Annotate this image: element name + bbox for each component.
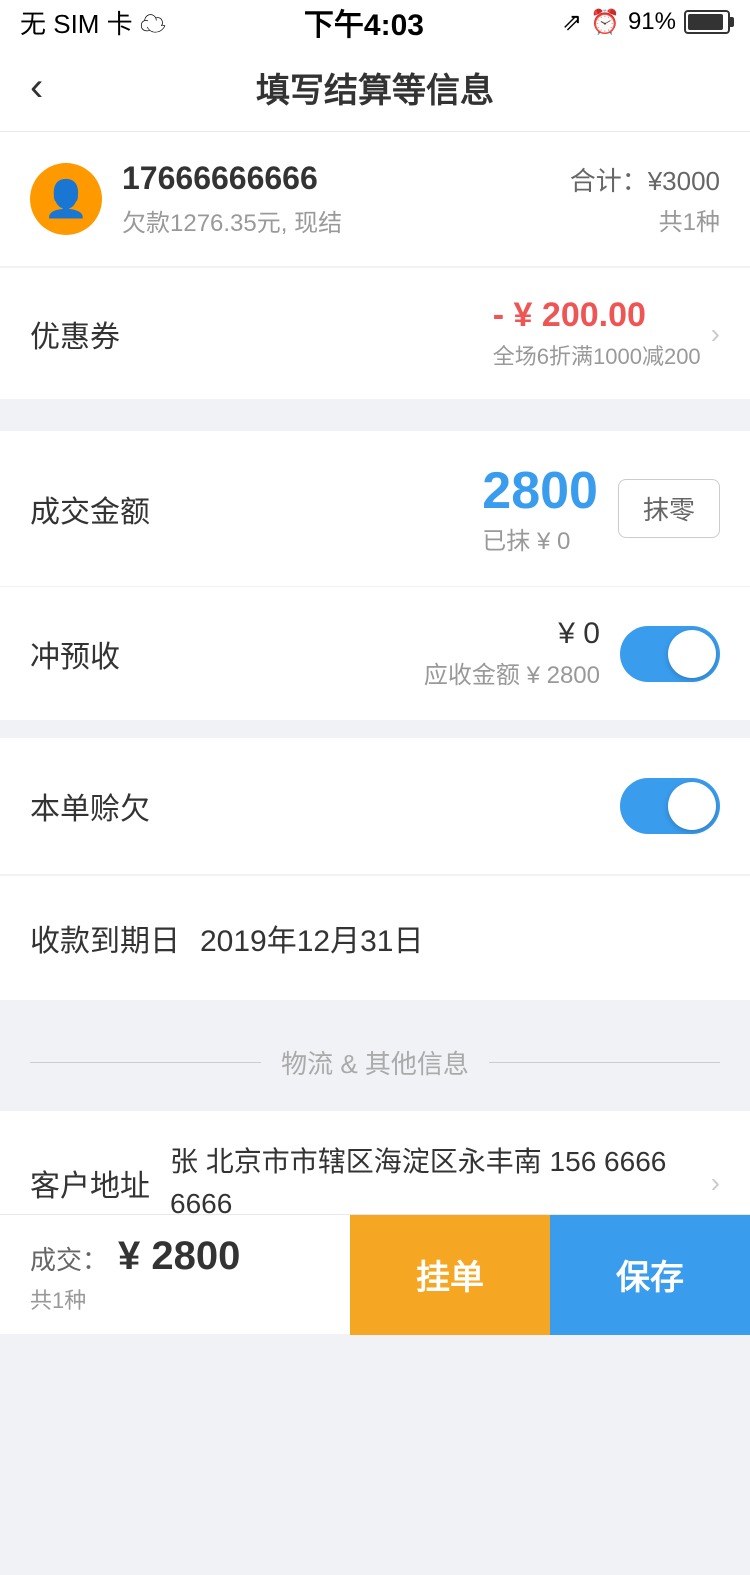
user-card: 👤 17666666666 欠款1276.35元, 现结 合计：¥3000 共1…: [0, 132, 750, 266]
content: 👤 17666666666 欠款1276.35元, 现结 合计：¥3000 共1…: [0, 132, 750, 1575]
status-right: ⇗ ⏰ 91%: [562, 8, 730, 37]
section-divider-2: [0, 722, 750, 738]
coupon-label: 优惠券: [30, 312, 120, 356]
back-button[interactable]: ‹: [30, 65, 90, 110]
address-label: 客户地址: [30, 1161, 150, 1205]
deal-amount-row: 成交金额 2800 已抹 ¥ 0 抹零: [0, 431, 750, 587]
ben-dan-toggle[interactable]: [620, 778, 720, 834]
due-date-value: 2019年12月31日: [200, 916, 423, 960]
sim-label: 无 SIM 卡 ☁: [20, 4, 166, 41]
status-time: 下午4:03: [304, 0, 424, 44]
bottom-summary: 成交： ¥ 2800 共1种: [0, 1234, 350, 1315]
total-count: 共1种: [570, 202, 720, 237]
coupon-arrow-icon: ›: [711, 318, 720, 350]
status-bar: 无 SIM 卡 ☁ 下午4:03 ⇗ ⏰ 91%: [0, 0, 750, 44]
avatar: 👤: [30, 163, 102, 235]
chong-yushou-row: 冲预收 ¥ 0 应收金额 ¥ 2800: [0, 587, 750, 720]
user-left: 👤 17666666666 欠款1276.35元, 现结: [30, 160, 342, 238]
avatar-icon: 👤: [44, 178, 89, 220]
chong-yushou-label: 冲预收: [30, 632, 120, 676]
bottom-deal-label: 成交：: [30, 1240, 108, 1277]
coupon-right: - ¥ 200.00 全场6折满1000减200 ›: [493, 296, 720, 371]
logistics-header: 物流 & 其他信息: [0, 1016, 750, 1109]
save-button[interactable]: 保存: [550, 1215, 750, 1335]
coupon-desc: 全场6折满1000减200: [493, 339, 701, 371]
section-divider-1: [0, 415, 750, 431]
bottom-deal-value: ¥ 2800: [118, 1234, 240, 1279]
battery-percent: 91%: [628, 8, 676, 36]
back-icon: ‹: [30, 65, 43, 109]
bottom-count: 共1种: [30, 1283, 320, 1315]
address-arrow-icon: ›: [711, 1167, 720, 1199]
logistics-line-right: [489, 1062, 720, 1063]
toggle-knob: [668, 630, 716, 678]
address-value: 张 北京市市辖区海淀区永丰南 156 6666 6666: [170, 1141, 711, 1225]
bottom-deal: 成交： ¥ 2800: [30, 1234, 320, 1279]
logistics-title: 物流 & 其他信息: [281, 1044, 469, 1081]
deal-amount-label: 成交金额: [30, 487, 150, 531]
chong-yushou-right: ¥ 0 应收金额 ¥ 2800: [424, 617, 720, 690]
round-zero-button[interactable]: 抹零: [618, 479, 720, 538]
erased-label: 已抹 ¥ 0: [482, 521, 598, 556]
battery-icon: [684, 10, 730, 34]
location-icon: ⇗: [562, 8, 582, 37]
due-date-label: 收款到期日: [30, 916, 180, 960]
chong-sub-label: 应收金额 ¥ 2800: [424, 655, 600, 690]
deal-amount-value: 2800: [482, 461, 598, 521]
deal-amount-right: 2800 已抹 ¥ 0 抹零: [482, 461, 720, 556]
page-title: 填写结算等信息: [90, 63, 660, 112]
user-info: 17666666666 欠款1276.35元, 现结: [122, 160, 342, 238]
ben-toggle-knob: [668, 782, 716, 830]
user-debt: 欠款1276.35元, 现结: [122, 203, 342, 238]
deal-amount-section: 成交金额 2800 已抹 ¥ 0 抹零 冲预收 ¥ 0 应收金额 ¥ 2800: [0, 431, 750, 720]
nav-bar: ‹ 填写结算等信息: [0, 44, 750, 132]
user-total: 合计：¥3000 共1种: [570, 161, 720, 237]
user-phone: 17666666666: [122, 160, 342, 197]
status-left: 无 SIM 卡 ☁: [20, 4, 166, 41]
hang-button[interactable]: 挂单: [350, 1215, 550, 1335]
ben-dan-row: 本单赊欠: [0, 738, 750, 874]
due-date-row: 收款到期日 2019年12月31日: [0, 876, 750, 1000]
chong-amount-value: ¥ 0: [424, 617, 600, 651]
alarm-icon: ⏰: [590, 8, 620, 37]
ben-dan-label: 本单赊欠: [30, 784, 150, 828]
chong-amounts: ¥ 0 应收金额 ¥ 2800: [424, 617, 600, 690]
logistics-line-left: [30, 1062, 261, 1063]
chong-yushou-toggle[interactable]: [620, 626, 720, 682]
bottom-bar: 成交： ¥ 2800 共1种 挂单 保存: [0, 1214, 750, 1334]
coupon-amount: - ¥ 200.00: [493, 296, 701, 335]
coupon-row[interactable]: 优惠券 - ¥ 200.00 全场6折满1000减200 ›: [0, 268, 750, 399]
total-label: 合计：¥3000: [570, 161, 720, 198]
